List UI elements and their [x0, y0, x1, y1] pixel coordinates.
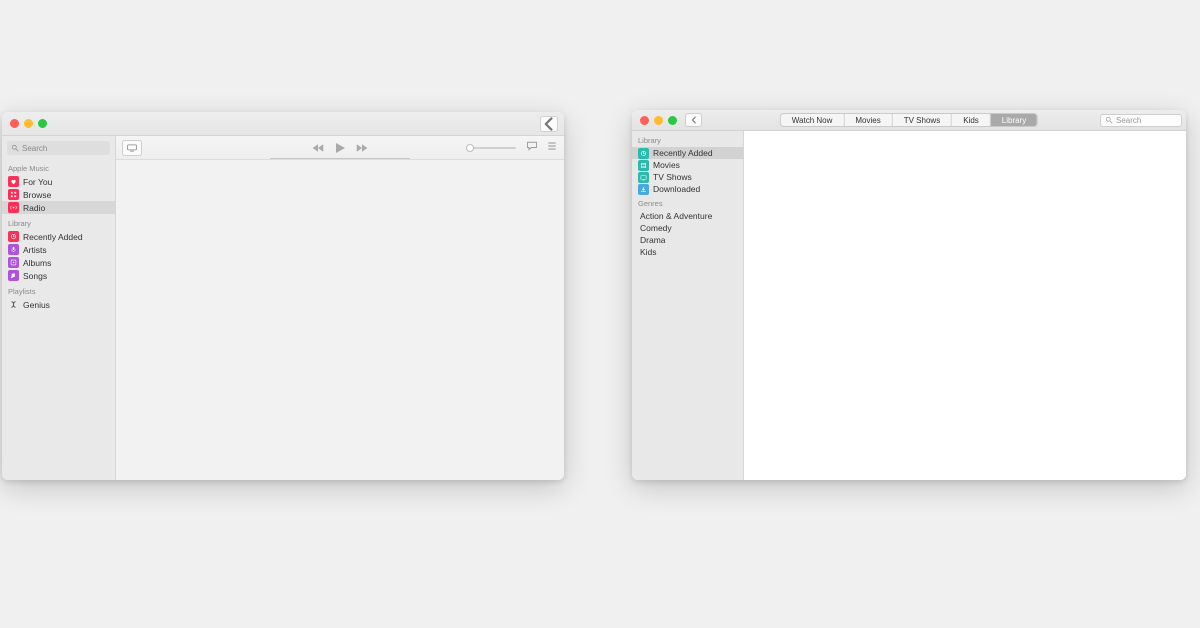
sidebar-genre-kids[interactable]: Kids	[632, 246, 743, 258]
sidebar-item-artists[interactable]: Artists	[2, 243, 115, 256]
sidebar-item-albums[interactable]: Albums	[2, 256, 115, 269]
music-app-window: Search Apple Music For You Browse Radio …	[2, 112, 564, 480]
grid-icon	[8, 189, 19, 200]
music-content-area	[116, 136, 564, 480]
sidebar-item-downloaded[interactable]: Downloaded	[632, 183, 743, 195]
list-icon	[546, 140, 558, 152]
sidebar-genre-comedy[interactable]: Comedy	[632, 222, 743, 234]
sidebar-item-recently-added[interactable]: Recently Added	[632, 147, 743, 159]
tv-app-window: Watch Now Movies TV Shows Kids Library S…	[632, 110, 1186, 480]
heart-icon	[8, 176, 19, 187]
queue-button[interactable]	[546, 140, 558, 155]
window-controls	[2, 119, 47, 128]
tv-content-area	[744, 131, 1186, 480]
tv-icon	[638, 172, 649, 183]
sidebar-item-movies[interactable]: Movies	[632, 159, 743, 171]
monitor-icon	[127, 144, 137, 152]
sidebar-section-library: Library	[2, 214, 115, 230]
sidebar-item-tv-shows[interactable]: TV Shows	[632, 171, 743, 183]
sidebar-item-label: Genius	[23, 300, 50, 310]
search-placeholder: Search	[22, 144, 47, 153]
playback-controls	[312, 142, 368, 154]
sidebar-genre-drama[interactable]: Drama	[632, 234, 743, 246]
mic-icon	[8, 244, 19, 255]
search-input[interactable]: Search	[7, 141, 110, 155]
devices-button[interactable]	[122, 140, 142, 156]
sidebar-item-label: For You	[23, 177, 52, 187]
music-sidebar: Search Apple Music For You Browse Radio …	[2, 136, 116, 480]
tab-library[interactable]: Library	[991, 114, 1037, 126]
search-input[interactable]: Search	[1100, 114, 1182, 127]
chevron-left-icon	[690, 116, 698, 124]
tab-bar: Watch Now Movies TV Shows Kids Library	[780, 113, 1038, 127]
sidebar-item-radio[interactable]: Radio	[2, 201, 115, 214]
sidebar-genre-action[interactable]: Action & Adventure	[632, 210, 743, 222]
sidebar-item-label: Recently Added	[653, 148, 713, 158]
zoom-button[interactable]	[38, 119, 47, 128]
sidebar-item-browse[interactable]: Browse	[2, 188, 115, 201]
sidebar-section-library: Library	[632, 132, 743, 147]
tab-watch-now[interactable]: Watch Now	[781, 114, 845, 126]
back-button[interactable]	[685, 113, 702, 127]
sidebar-item-songs[interactable]: Songs	[2, 269, 115, 282]
close-button[interactable]	[640, 116, 649, 125]
search-placeholder: Search	[1116, 116, 1141, 125]
music-note-icon	[8, 270, 19, 281]
tab-movies[interactable]: Movies	[844, 114, 892, 126]
sidebar-item-for-you[interactable]: For You	[2, 175, 115, 188]
sidebar-item-recently-added[interactable]: Recently Added	[2, 230, 115, 243]
tab-kids[interactable]: Kids	[952, 114, 991, 126]
minimize-button[interactable]	[654, 116, 663, 125]
sidebar-item-label: Browse	[23, 190, 51, 200]
search-icon	[11, 144, 19, 152]
sidebar-item-label: Radio	[23, 203, 45, 213]
music-titlebar	[2, 112, 564, 136]
sidebar-item-label: Artists	[23, 245, 47, 255]
minimize-button[interactable]	[24, 119, 33, 128]
search-icon	[1105, 116, 1113, 124]
chevron-left-icon	[541, 116, 557, 132]
window-controls	[632, 116, 677, 125]
lyrics-button[interactable]	[526, 140, 538, 155]
zoom-button[interactable]	[668, 116, 677, 125]
close-button[interactable]	[10, 119, 19, 128]
tv-sidebar: Library Recently Added Movies TV Shows D…	[632, 131, 744, 480]
genius-icon	[8, 299, 19, 310]
back-button[interactable]	[540, 116, 558, 132]
play-button[interactable]	[334, 142, 346, 154]
sidebar-section-playlists: Playlists	[2, 282, 115, 298]
download-icon	[638, 184, 649, 195]
sidebar-item-genius[interactable]: Genius	[2, 298, 115, 311]
album-icon	[8, 257, 19, 268]
film-icon	[638, 160, 649, 171]
sidebar-section-genres: Genres	[632, 195, 743, 210]
sidebar-item-label: Recently Added	[23, 232, 83, 242]
sidebar-item-label: Songs	[23, 271, 47, 281]
next-button[interactable]	[356, 143, 368, 153]
tv-titlebar: Watch Now Movies TV Shows Kids Library S…	[632, 110, 1186, 131]
sidebar-item-label: TV Shows	[653, 172, 692, 182]
sidebar-item-label: Movies	[653, 160, 680, 170]
radio-icon	[8, 202, 19, 213]
clock-icon	[638, 148, 649, 159]
clock-icon	[8, 231, 19, 242]
progress-bar[interactable]	[270, 158, 410, 159]
previous-button[interactable]	[312, 143, 324, 153]
sidebar-item-label: Albums	[23, 258, 51, 268]
volume-slider[interactable]	[466, 147, 516, 149]
sidebar-item-label: Downloaded	[653, 184, 700, 194]
speech-bubble-icon	[526, 140, 538, 152]
tab-tv-shows[interactable]: TV Shows	[893, 114, 952, 126]
sidebar-section-apple-music: Apple Music	[2, 159, 115, 175]
